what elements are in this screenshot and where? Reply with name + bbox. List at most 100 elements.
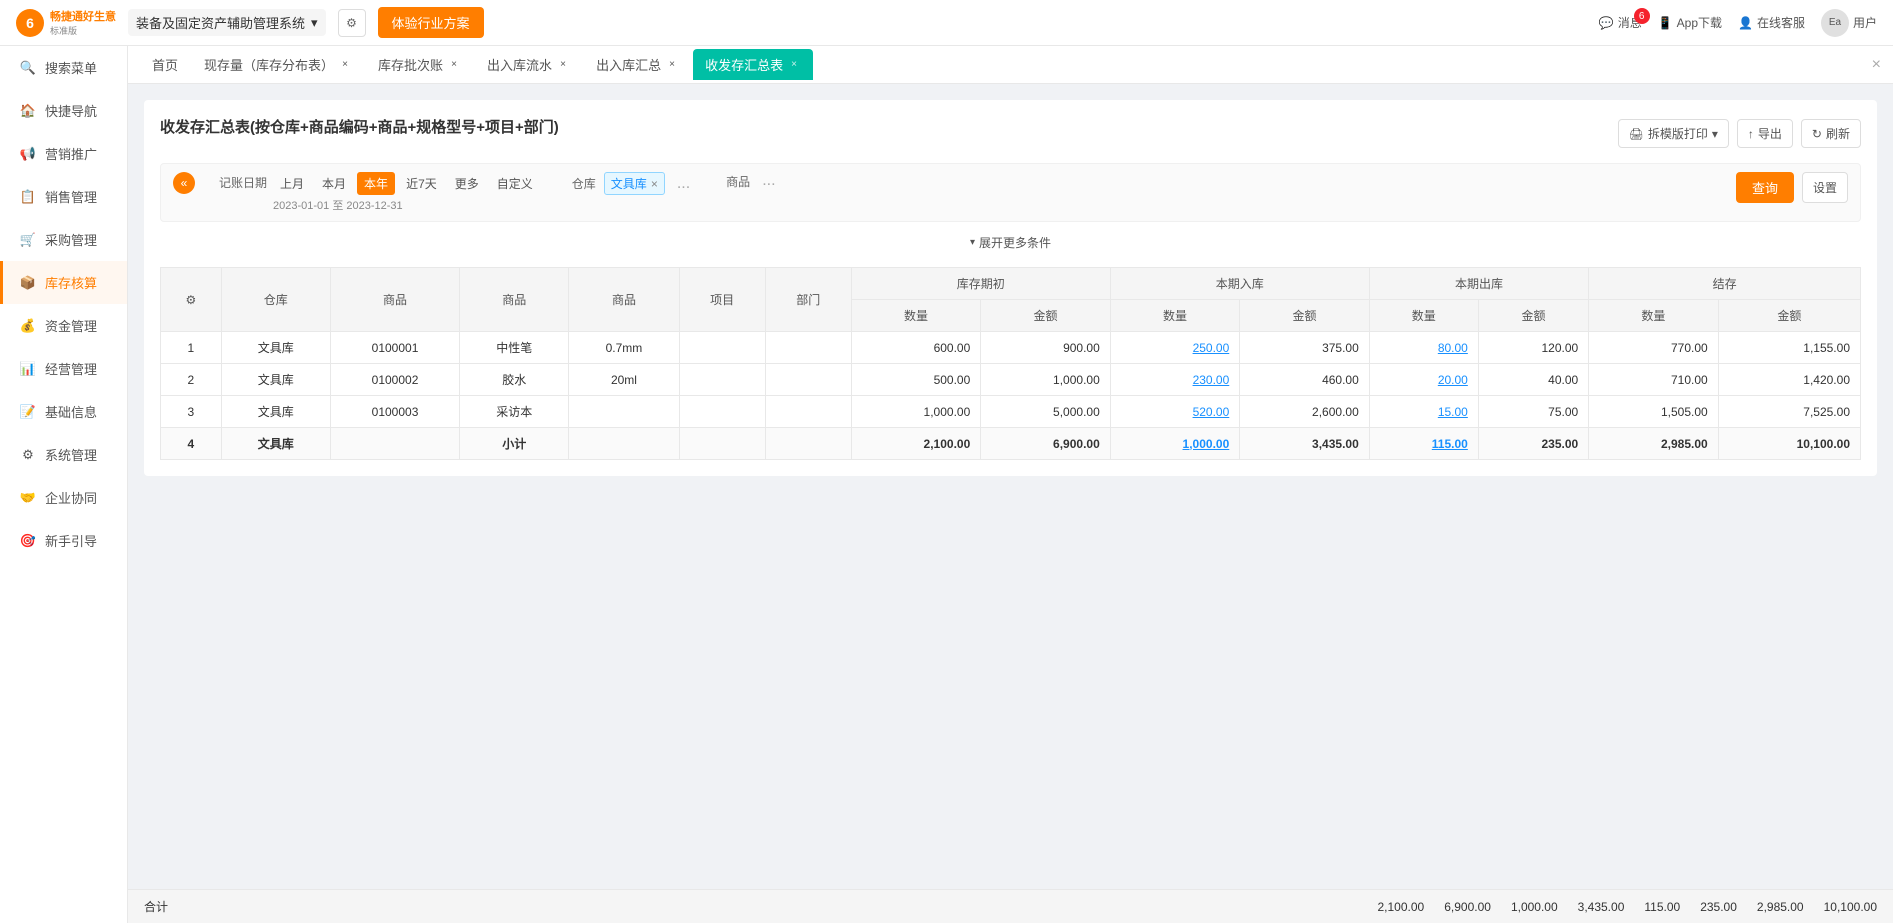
tab-close-all[interactable]: ×	[1872, 56, 1881, 74]
cell-close-qty: 2,985.00	[1589, 428, 1719, 460]
goods-label: 商品	[726, 173, 750, 190]
user-label: 用户	[1853, 14, 1877, 31]
cell-in-qty[interactable]: 250.00	[1110, 332, 1240, 364]
cell-out-qty[interactable]: 80.00	[1369, 332, 1478, 364]
cell-out-qty[interactable]: 115.00	[1369, 428, 1478, 460]
date-btn-more[interactable]: 更多	[448, 172, 486, 195]
notification-button[interactable]: 💬 消息 6	[1599, 14, 1642, 31]
sidebar-item-quick-nav[interactable]: 🏠 快捷导航	[0, 89, 127, 132]
table-row: 4文具库小计2,100.006,900.001,000.003,435.0011…	[161, 428, 1861, 460]
sidebar-item-sales[interactable]: 📋 销售管理	[0, 175, 127, 218]
sidebar-inventory-label: 库存核算	[45, 273, 97, 292]
cell-out-qty[interactable]: 15.00	[1369, 396, 1478, 428]
cell-open-amt: 900.00	[981, 332, 1111, 364]
sidebar-purchase-label: 采购管理	[45, 230, 97, 249]
footer-in-amt: 3,435.00	[1578, 900, 1625, 914]
expand-conditions-button[interactable]: ▾ 展开更多条件	[962, 230, 1059, 255]
footer-out-qty: 115.00	[1644, 900, 1680, 914]
th-goods-code: 商品	[330, 268, 460, 332]
phone-icon: 📱	[1658, 16, 1673, 30]
export-button[interactable]: ↑ 导出	[1737, 119, 1793, 148]
tab-inventory-dist-close[interactable]: ×	[338, 58, 352, 72]
th-open-amt: 金额	[981, 300, 1111, 332]
refresh-button[interactable]: ↻ 刷新	[1801, 119, 1861, 148]
sidebar: 🔍 搜索菜单 🏠 快捷导航 📢 营销推广 📋 销售管理 🛒 采购管理 📦	[0, 46, 128, 923]
sidebar-item-marketing[interactable]: 📢 营销推广	[0, 132, 127, 175]
warehouse-tag-close-icon[interactable]: ×	[651, 177, 658, 191]
th-out-amt: 金额	[1478, 300, 1588, 332]
goods-filter: 商品 ...	[726, 172, 779, 190]
cell-in-qty[interactable]: 1,000.00	[1110, 428, 1240, 460]
cell-seq: 3	[161, 396, 222, 428]
print-dropdown-icon: ▾	[1712, 127, 1718, 141]
date-buttons-row: 上月 本月 本年 近7天 更多 自定义	[273, 172, 540, 195]
tab-home[interactable]: 首页	[140, 49, 190, 80]
sidebar-item-enterprise[interactable]: 🤝 企业协同	[0, 476, 127, 519]
tab-stock-summary[interactable]: 收发存汇总表 ×	[693, 49, 813, 80]
collapse-button[interactable]: «	[173, 172, 203, 194]
sidebar-item-system[interactable]: ⚙ 系统管理	[0, 433, 127, 476]
sidebar-item-search[interactable]: 🔍 搜索菜单	[0, 46, 127, 89]
close-all-icon[interactable]: ×	[1872, 56, 1881, 73]
tab-inout-flow-close[interactable]: ×	[556, 58, 570, 72]
cell-goods-spec	[569, 428, 679, 460]
warehouse-more-button[interactable]: ...	[673, 175, 694, 193]
main-layout: 🔍 搜索菜单 🏠 快捷导航 📢 营销推广 📋 销售管理 🛒 采购管理 📦	[0, 46, 1893, 923]
warehouse-tag-value: 文具库	[611, 175, 647, 192]
date-btn-last-month[interactable]: 上月	[273, 172, 311, 195]
cell-in-qty[interactable]: 520.00	[1110, 396, 1240, 428]
sidebar-marketing-label: 营销推广	[45, 144, 97, 163]
date-btn-7days[interactable]: 近7天	[399, 172, 444, 195]
tab-inout-flow[interactable]: 出入库流水 ×	[475, 49, 582, 80]
footer-close-amt: 10,100.00	[1824, 900, 1877, 914]
online-service-button[interactable]: 👤 在线客服	[1738, 14, 1805, 31]
tab-inout-summary-close[interactable]: ×	[665, 58, 679, 72]
th-closing: 结存	[1589, 268, 1861, 300]
tab-bar: 首页 现存量（库存分布表） × 库存批次账 × 出入库流水 × 出入库汇总 ×	[128, 46, 1893, 84]
purchase-icon: 🛒	[19, 231, 37, 249]
date-btn-this-year[interactable]: 本年	[357, 172, 395, 195]
th-project: 项目	[679, 268, 765, 332]
sidebar-item-finance[interactable]: 💰 资金管理	[0, 304, 127, 347]
date-btn-custom[interactable]: 自定义	[490, 172, 540, 195]
th-settings[interactable]: ⚙	[161, 268, 222, 332]
filter-settings-button[interactable]: 设置	[1802, 172, 1848, 203]
tab-inout-summary[interactable]: 出入库汇总 ×	[584, 49, 691, 80]
cell-warehouse: 文具库	[221, 364, 330, 396]
user-menu-button[interactable]: Ea 用户	[1821, 9, 1877, 37]
cell-in-qty[interactable]: 230.00	[1110, 364, 1240, 396]
sidebar-basic-info-label: 基础信息	[45, 402, 97, 421]
cell-dept	[765, 364, 851, 396]
tab-stock-summary-close[interactable]: ×	[787, 58, 801, 72]
inventory-icon: 📦	[19, 274, 37, 292]
goods-more-button[interactable]: ...	[758, 172, 779, 190]
cell-out-qty[interactable]: 20.00	[1369, 364, 1478, 396]
cell-open-amt: 5,000.00	[981, 396, 1111, 428]
top-bar-right: 💬 消息 6 📱 App下载 👤 在线客服 Ea 用户	[1599, 9, 1877, 37]
sidebar-item-operations[interactable]: 📊 经营管理	[0, 347, 127, 390]
print-icon: 🖨	[1629, 127, 1644, 141]
logo-text-line1: 畅捷通好生意	[50, 8, 116, 24]
sidebar-item-guide[interactable]: 🎯 新手引导	[0, 519, 127, 562]
query-button[interactable]: 查询	[1736, 172, 1794, 203]
system-title-selector[interactable]: 装备及固定资产辅助管理系统 ▾	[128, 9, 326, 36]
sidebar-item-purchase[interactable]: 🛒 采购管理	[0, 218, 127, 261]
trial-button[interactable]: 体验行业方案	[378, 7, 484, 38]
cell-close-qty: 770.00	[1589, 332, 1719, 364]
th-goods-spec: 商品	[569, 268, 679, 332]
app-download-button[interactable]: 📱 App下载	[1658, 14, 1722, 31]
settings-gear-button[interactable]: ⚙	[338, 9, 366, 37]
print-button[interactable]: 🖨 拆模版打印 ▾	[1618, 119, 1729, 148]
cell-goods-code: 0100002	[330, 364, 460, 396]
tab-batch-account-close[interactable]: ×	[447, 58, 461, 72]
page-actions: 🖨 拆模版打印 ▾ ↑ 导出 ↻ 刷新	[1618, 119, 1861, 148]
warehouse-tag: 文具库 ×	[604, 172, 665, 195]
sidebar-item-basic-info[interactable]: 📝 基础信息	[0, 390, 127, 433]
tab-inventory-dist[interactable]: 现存量（库存分布表） ×	[192, 49, 364, 80]
date-btn-this-month[interactable]: 本月	[315, 172, 353, 195]
sidebar-guide-label: 新手引导	[45, 531, 97, 550]
cell-open-qty: 1,000.00	[851, 396, 981, 428]
sidebar-item-inventory[interactable]: 📦 库存核算	[0, 261, 127, 304]
tab-batch-account[interactable]: 库存批次账 ×	[366, 49, 473, 80]
footer-open-amt: 6,900.00	[1444, 900, 1491, 914]
